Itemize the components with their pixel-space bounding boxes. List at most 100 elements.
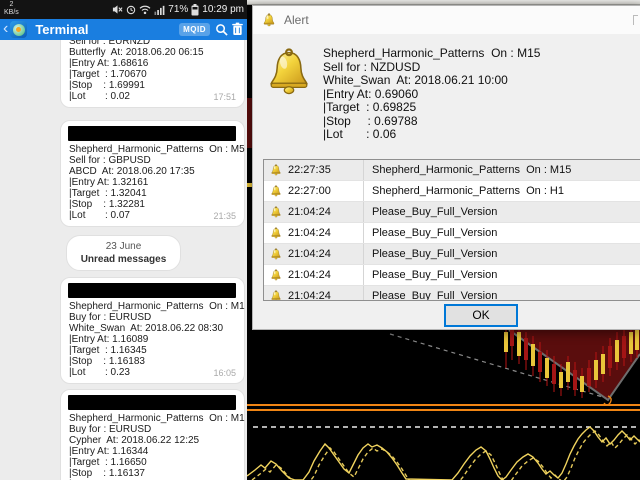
msg-line: Buy for : EURUSD — [69, 424, 236, 435]
signal-icon — [154, 5, 165, 15]
msg-line: Shepherd_Harmonic_Patterns On : M1 — [69, 413, 236, 424]
alert-text: Shepherd_Harmonic_Patterns On : M15 — [364, 164, 571, 176]
redacted-text — [68, 126, 236, 141]
alert-history-row[interactable]: 21:04:24 Please_Buy_Full_Version — [264, 202, 640, 223]
notification-card[interactable]: Shepherd_Harmonic_Patterns On : M5 Sell … — [60, 120, 245, 227]
search-icon[interactable] — [215, 23, 228, 36]
wifi-icon — [139, 5, 151, 15]
alert-text: Please_Buy_Full_Version — [364, 206, 497, 218]
dialog-close-fragment — [633, 15, 638, 25]
msg-line: |Entry At: 1.68616 — [69, 58, 236, 69]
alert-bell-icon — [264, 46, 314, 98]
alert-message-block: Shepherd_Harmonic_Patterns On : M15 Sell… — [323, 47, 540, 142]
msg-line: |Lot : 0.02 — [69, 91, 236, 102]
bell-icon — [270, 185, 282, 197]
notification-card[interactable]: Shepherd_Harmonic_Patterns On : M1 Buy f… — [60, 277, 245, 384]
alert-line: Sell for : NZDUSD — [323, 61, 540, 75]
msg-line: |Stop : 1.69991 — [69, 80, 236, 91]
trash-icon[interactable] — [231, 22, 244, 36]
alert-history-list[interactable]: 22:27:35 Shepherd_Harmonic_Patterns On :… — [263, 159, 640, 301]
back-icon[interactable]: ‹ — [3, 20, 8, 38]
msg-line: White_Swan At: 2018.06.22 08:30 — [69, 323, 236, 334]
msg-line: Sell for : GBPUSD — [69, 155, 236, 166]
msg-line: |Entry At: 1.16344 — [69, 446, 236, 457]
msg-line: |Stop : 1.32281 — [69, 199, 236, 210]
alert-time: 21:04:24 — [288, 248, 331, 260]
terminal-app-bar: ‹ Terminal MQID — [0, 19, 247, 40]
bell-icon — [262, 13, 276, 27]
alert-line: White_Swan At: 2018.06.21 10:00 — [323, 74, 540, 88]
message-timestamp: 16:05 — [213, 368, 236, 378]
bell-icon — [270, 290, 282, 301]
alert-text: Please_Buy_Full_Version — [364, 290, 497, 301]
notification-card[interactable]: Shepherd_Harmonic_Patterns On : M1 Buy f… — [60, 389, 245, 480]
bell-icon — [270, 227, 282, 239]
notification-card[interactable]: Sell for : EURNZD Butterfly At: 2018.06.… — [60, 40, 245, 108]
msg-line: |Target : 1.16345 — [69, 345, 236, 356]
mqid-badge[interactable]: MQID — [179, 23, 210, 36]
alert-history-row[interactable]: 21:04:24 Please_Buy_Full_Version — [264, 244, 640, 265]
alert-line: |Stop : 0.69788 — [323, 115, 540, 129]
app-title: Terminal — [35, 22, 88, 37]
alert-line: Shepherd_Harmonic_Patterns On : M15 — [323, 47, 540, 61]
separator-date: 23 June — [81, 240, 167, 253]
msg-line: Shepherd_Harmonic_Patterns On : M5 — [69, 144, 236, 155]
network-speed-indicator: 2 KB/s — [4, 1, 19, 17]
alert-history-row[interactable]: 22:27:35 Shepherd_Harmonic_Patterns On :… — [264, 160, 640, 181]
alert-text: Please_Buy_Full_Version — [364, 248, 497, 260]
separator-label: Unread messages — [81, 253, 167, 266]
msg-line: Butterfly At: 2018.06.20 06:15 — [69, 47, 236, 58]
bell-icon — [270, 206, 282, 218]
redacted-text — [68, 283, 236, 298]
bell-icon — [270, 269, 282, 281]
price-chart — [247, 330, 640, 480]
alert-text: Please_Buy_Full_Version — [364, 227, 497, 239]
alert-history-row[interactable]: 21:04:24 Please_Buy_Full_Version — [264, 265, 640, 286]
battery-percent: 71% — [168, 4, 188, 15]
msg-line: |Lot : 0.07 — [69, 210, 236, 221]
alert-time: 21:04:24 — [288, 206, 331, 218]
msg-line: Shepherd_Harmonic_Patterns On : M1 — [69, 301, 236, 312]
alert-text: Shepherd_Harmonic_Patterns On : H1 — [364, 185, 564, 197]
msg-line: |Target : 1.32041 — [69, 188, 236, 199]
bell-icon — [270, 248, 282, 260]
msg-line: |Entry At: 1.16089 — [69, 334, 236, 345]
alert-text: Please_Buy_Full_Version — [364, 269, 497, 281]
alarm-icon — [126, 5, 136, 15]
screenshot-root: Alert Shepherd_Harmonic_Patterns On : M1… — [0, 0, 640, 480]
battery-icon — [191, 4, 199, 16]
alert-dialog: Alert Shepherd_Harmonic_Patterns On : M1… — [252, 5, 640, 330]
msg-line: Buy for : EURUSD — [69, 312, 236, 323]
dialog-title: Alert — [284, 13, 309, 27]
metatrader-app-icon — [10, 21, 27, 38]
redacted-text — [68, 395, 236, 410]
alert-history-row[interactable]: 21:04:24 Please_Buy_Full_Version — [264, 286, 640, 301]
alert-time: 22:27:35 — [288, 164, 331, 176]
alert-line: |Lot : 0.06 — [323, 128, 540, 142]
msg-line: |Stop : 1.16137 — [69, 468, 236, 479]
bell-icon — [270, 164, 282, 176]
alert-line: |Target : 0.69825 — [323, 101, 540, 115]
alert-time: 21:04:24 — [288, 290, 331, 301]
message-list[interactable]: Sell for : EURNZD Butterfly At: 2018.06.… — [0, 40, 247, 480]
msg-line: Sell for : EURNZD — [69, 40, 236, 47]
msg-line: |Entry At: 1.32161 — [69, 177, 236, 188]
msg-line: |Lot : 0.23 — [69, 367, 236, 378]
alert-history-row[interactable]: 22:27:00 Shepherd_Harmonic_Patterns On :… — [264, 181, 640, 202]
alert-time: 21:04:24 — [288, 227, 331, 239]
status-clock: 10:29 pm — [202, 4, 244, 15]
dialog-title-bar[interactable]: Alert — [253, 6, 640, 34]
msg-line: Cypher At: 2018.06.22 12:25 — [69, 435, 236, 446]
alert-history-row[interactable]: 21:04:24 Please_Buy_Full_Version — [264, 223, 640, 244]
message-timestamp: 21:35 — [213, 211, 236, 221]
alert-line: |Entry At: 0.69060 — [323, 88, 540, 102]
unread-separator: 23 June Unread messages — [66, 235, 182, 271]
ok-button[interactable]: OK — [444, 304, 518, 327]
msg-line: |Target : 1.16650 — [69, 457, 236, 468]
alert-time: 21:04:24 — [288, 269, 331, 281]
alert-time: 22:27:00 — [288, 185, 331, 197]
msg-line: |Target : 1.70670 — [69, 69, 236, 80]
android-status-bar: 2 KB/s — [0, 0, 247, 19]
message-timestamp: 17:51 — [213, 92, 236, 102]
msg-line: |Stop : 1.16183 — [69, 356, 236, 367]
